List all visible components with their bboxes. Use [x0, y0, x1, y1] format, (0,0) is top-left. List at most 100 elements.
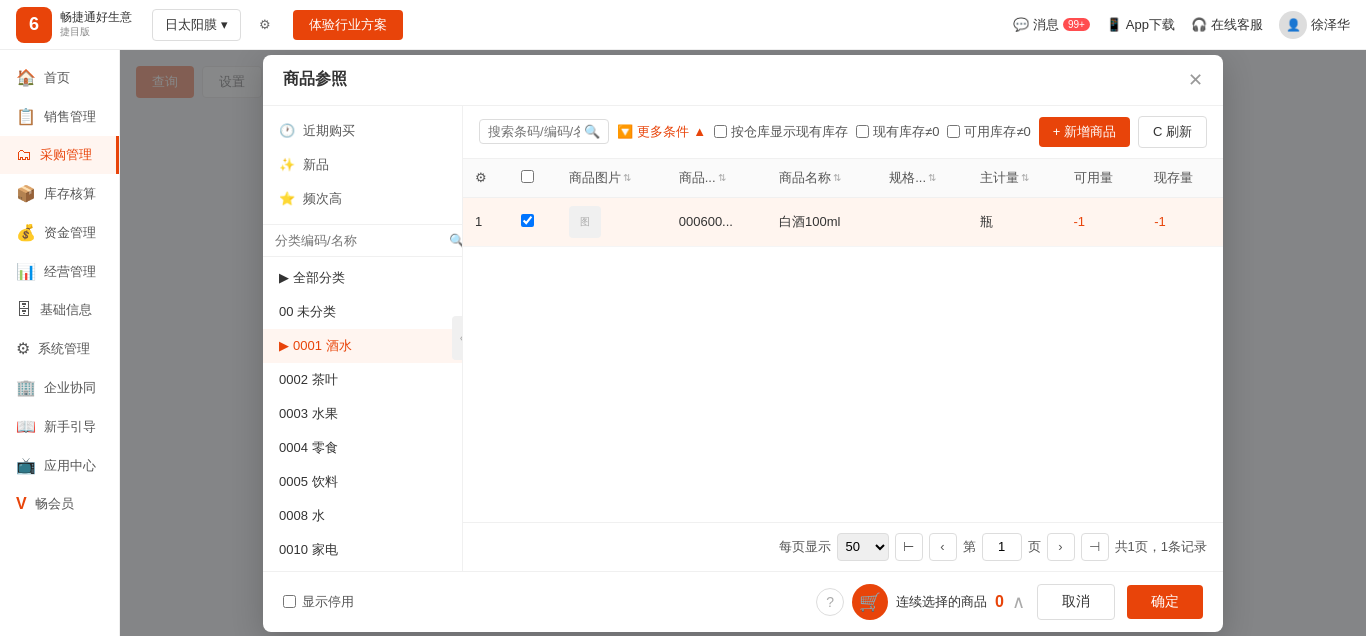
warehouse-label: 按仓库显示现有库存 — [731, 123, 848, 141]
cat-item-0003[interactable]: 0003 水果 — [263, 397, 462, 431]
warehouse-checkbox-group[interactable]: 按仓库显示现有库存 — [714, 123, 848, 141]
row-checkbox[interactable] — [521, 214, 534, 227]
left-tab-frequent[interactable]: ⭐ 频次高 — [263, 182, 462, 216]
table-body: 1 图 000600... 白酒100ml 瓶 -1 -1 — [463, 197, 1223, 246]
table-row[interactable]: 1 图 000600... 白酒100ml 瓶 -1 -1 — [463, 197, 1223, 246]
page-number-input[interactable] — [982, 533, 1022, 561]
confirm-button[interactable]: 确定 — [1127, 585, 1203, 619]
first-page-button[interactable]: ⊢ — [895, 533, 923, 561]
mobile-icon: 📱 — [1106, 17, 1122, 32]
sidebar-item-operations[interactable]: 📊 经营管理 — [0, 252, 119, 291]
cart-icon: 🛒 — [859, 591, 881, 613]
category-list: ▶ 全部分类 00 未分类 ▶ 0001 酒水 0002 茶 — [263, 257, 462, 571]
cat-label-0003: 0003 水果 — [279, 405, 338, 423]
cart-icon-button[interactable]: 🛒 — [852, 584, 888, 620]
show-disabled-group[interactable]: 显示停用 — [283, 593, 354, 611]
left-tab-new[interactable]: ✨ 新品 — [263, 148, 462, 182]
cat-label-all: 全部分类 — [293, 269, 345, 287]
finance-icon: 💰 — [16, 223, 36, 242]
sidebar: 🏠 首页 📋 销售管理 🗂 采购管理 📦 库存核算 💰 资金管理 📊 经营管理 … — [0, 50, 120, 636]
online-service-button[interactable]: 🎧 在线客服 — [1191, 16, 1263, 34]
cart-count: 0 — [995, 593, 1004, 611]
th-code-sort[interactable]: 商品...⇅ — [679, 169, 755, 187]
appcenter-icon: 📺 — [16, 456, 36, 475]
sidebar-item-guide[interactable]: 📖 新手引导 — [0, 407, 119, 446]
th-image-sort[interactable]: 商品图片⇅ — [569, 169, 655, 187]
gear-button[interactable]: ⚙ — [249, 9, 281, 41]
product-search-input[interactable] — [488, 124, 580, 139]
sidebar-item-sales[interactable]: 📋 销售管理 — [0, 97, 119, 136]
sort-icon-spec: ⇅ — [928, 172, 936, 183]
sidebar-item-inventory[interactable]: 📦 库存核算 — [0, 174, 119, 213]
modal-close-button[interactable]: ✕ — [1188, 69, 1203, 91]
stock-ne0-checkbox-group[interactable]: 现有库存≠0 — [856, 123, 939, 141]
th-code-label: 商品... — [679, 169, 716, 187]
avail-ne0-checkbox-group[interactable]: 可用库存≠0 — [947, 123, 1030, 141]
cancel-button[interactable]: 取消 — [1037, 584, 1115, 620]
gear-icon: ⚙ — [259, 17, 271, 32]
cat-item-0005[interactable]: 0005 饮料 — [263, 465, 462, 499]
right-panel: 🔍 🔽 更多条件 ▲ 按仓库显示现有库存 — [463, 106, 1223, 571]
help-button[interactable]: ? — [816, 588, 844, 616]
stock-ne0-checkbox[interactable] — [856, 125, 869, 138]
panel-collapse-button[interactable]: « — [452, 316, 463, 360]
sidebar-item-home[interactable]: 🏠 首页 — [0, 58, 119, 97]
sidebar-item-enterprise[interactable]: 🏢 企业协同 — [0, 368, 119, 407]
cat-item-0008[interactable]: 0008 水 — [263, 499, 462, 533]
warehouse-checkbox[interactable] — [714, 125, 727, 138]
th-checkbox[interactable] — [509, 159, 556, 198]
sidebar-item-finance[interactable]: 💰 资金管理 — [0, 213, 119, 252]
modal-overlay: 商品参照 ✕ 🕐 近期购买 ✨ — [120, 50, 1366, 636]
filter-button[interactable]: 🔽 更多条件 ▲ — [617, 123, 706, 141]
settings-icon: ⚙ — [475, 170, 487, 185]
nav-selector[interactable]: 日太阳膜 ▾ — [152, 9, 241, 41]
sales-icon: 📋 — [16, 107, 36, 126]
category-search-input[interactable] — [275, 233, 443, 248]
th-available-label: 可用量 — [1074, 170, 1113, 185]
avail-ne0-checkbox[interactable] — [947, 125, 960, 138]
refresh-button[interactable]: C 刷新 — [1138, 116, 1207, 148]
cart-collapse-button[interactable]: ∧ — [1012, 591, 1025, 613]
cell-checkbox[interactable] — [509, 197, 556, 246]
prev-page-button[interactable]: ‹ — [929, 533, 957, 561]
cell-available: -1 — [1062, 197, 1143, 246]
cat-item-0004[interactable]: 0004 零食 — [263, 431, 462, 465]
th-settings[interactable]: ⚙ — [463, 159, 509, 198]
cat-item-0001[interactable]: ▶ 0001 酒水 — [263, 329, 462, 363]
purchase-icon: 🗂 — [16, 146, 32, 164]
cta-button[interactable]: 体验行业方案 — [293, 10, 403, 40]
select-all-checkbox[interactable] — [521, 170, 534, 183]
th-available: 可用量 — [1062, 159, 1143, 198]
th-name-sort[interactable]: 商品名称⇅ — [779, 169, 865, 187]
cart-label: 连续选择的商品 — [896, 593, 987, 611]
user-name: 徐泽华 — [1311, 16, 1350, 34]
sidebar-item-purchase[interactable]: 🗂 采购管理 — [0, 136, 119, 174]
cell-seq: 1 — [463, 197, 509, 246]
cell-stock: -1 — [1142, 197, 1223, 246]
messages-button[interactable]: 💬 消息 99+ — [1013, 16, 1090, 34]
th-unit-sort[interactable]: 主计量⇅ — [980, 169, 1050, 187]
last-page-button[interactable]: ⊣ — [1081, 533, 1109, 561]
left-tab-recent[interactable]: 🕐 近期购买 — [263, 114, 462, 148]
show-disabled-checkbox[interactable] — [283, 595, 296, 608]
table-header-row: ⚙ 商品图片⇅ 商品...⇅ 商品名称⇅ 规格...⇅ 主计量⇅ 可用量 现存 — [463, 159, 1223, 198]
sidebar-item-appcenter[interactable]: 📺 应用中心 — [0, 446, 119, 485]
online-service-label: 在线客服 — [1211, 16, 1263, 34]
add-product-button[interactable]: + 新增商品 — [1039, 117, 1130, 147]
avatar: 👤 — [1279, 11, 1307, 39]
cat-item-00[interactable]: 00 未分类 — [263, 295, 462, 329]
cat-item-0010[interactable]: 0010 家电 — [263, 533, 462, 567]
search-icon[interactable]: 🔍 — [449, 233, 463, 248]
app-download-button[interactable]: 📱 App下载 — [1106, 16, 1175, 34]
cat-item-all[interactable]: ▶ 全部分类 — [263, 261, 462, 295]
sidebar-item-basic[interactable]: 🗄 基础信息 — [0, 291, 119, 329]
cat-item-0002[interactable]: 0002 茶叶 — [263, 363, 462, 397]
per-page-select[interactable]: 50 10 20 100 — [837, 533, 889, 561]
arrow-icon: ▶ — [279, 270, 289, 285]
user-area[interactable]: 👤 徐泽华 — [1279, 11, 1350, 39]
sidebar-item-member[interactable]: V 畅会员 — [0, 485, 119, 523]
th-spec-sort[interactable]: 规格...⇅ — [889, 169, 956, 187]
next-page-button[interactable]: › — [1047, 533, 1075, 561]
sidebar-item-system[interactable]: ⚙ 系统管理 — [0, 329, 119, 368]
search-submit-icon[interactable]: 🔍 — [584, 124, 600, 139]
